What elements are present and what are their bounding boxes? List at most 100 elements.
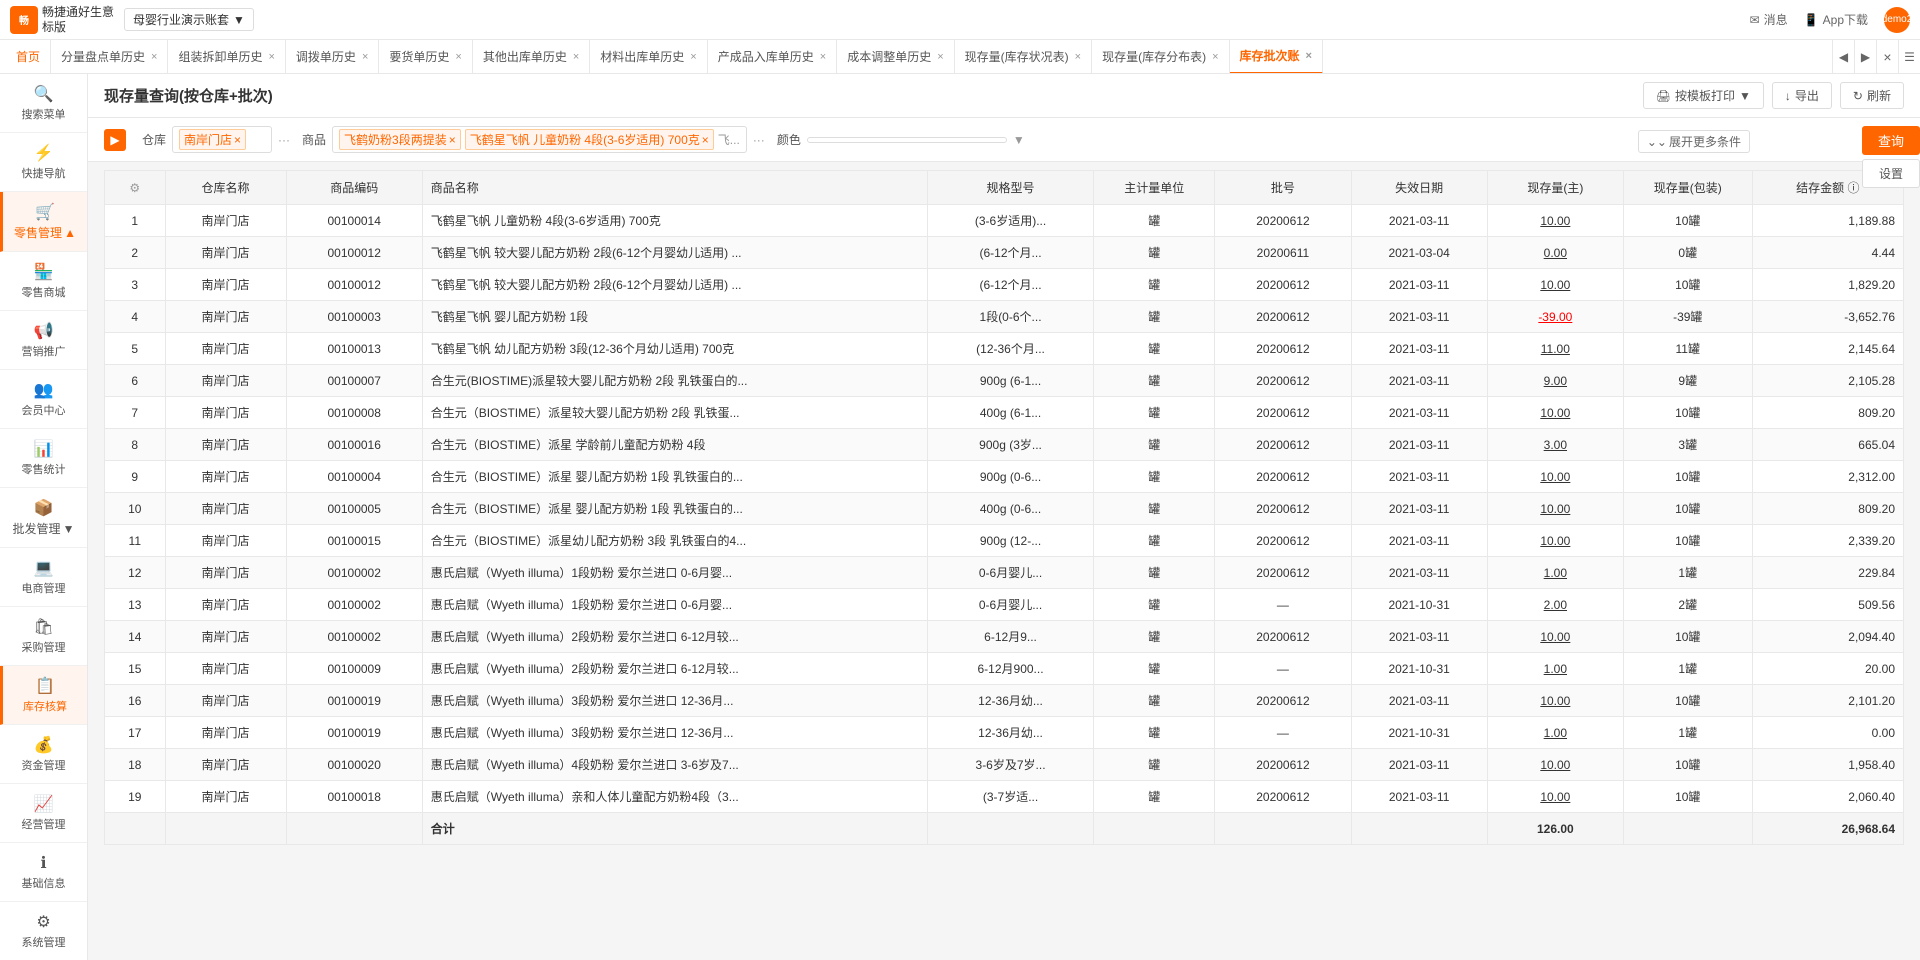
sidebar-item-system[interactable]: ⚙ 系统管理 <box>0 902 87 960</box>
cell-qty[interactable]: 11.00 <box>1487 333 1623 365</box>
cell-qty[interactable]: 10.00 <box>1487 269 1623 301</box>
cell-qty[interactable]: 0.00 <box>1487 237 1623 269</box>
store-select[interactable]: 母婴行业演示账套 ▼ <box>124 8 254 31</box>
sidebar-item-finance[interactable]: 💰 资金管理 <box>0 725 87 784</box>
cell-pkg: 11罐 <box>1623 333 1752 365</box>
search-button[interactable]: 查询 <box>1862 126 1920 155</box>
cell-qty[interactable]: 10.00 <box>1487 685 1623 717</box>
product-tag-close-1[interactable]: × <box>449 133 456 147</box>
tab-11[interactable]: 库存批次账 × <box>1230 40 1323 74</box>
cell-qty[interactable]: 1.00 <box>1487 653 1623 685</box>
tab-close-8[interactable]: × <box>937 51 943 63</box>
sidebar-item-member[interactable]: 👥 会员中心 <box>0 370 87 429</box>
expand-conditions-btn[interactable]: ⌄⌄ 展开更多条件 <box>1638 130 1750 153</box>
sidebar-item-operation[interactable]: 📈 经营管理 <box>0 784 87 843</box>
sidebar-item-retail-stats[interactable]: 📊 零售统计 <box>0 429 87 488</box>
cell-qty[interactable]: 10.00 <box>1487 621 1623 653</box>
tab-close-5[interactable]: × <box>573 51 579 63</box>
table-row: 5 南岸门店 00100013 飞鹤星飞帆 幼儿配方奶粉 3段(12-36个月幼… <box>105 333 1904 365</box>
table-row: 15 南岸门店 00100009 惠氏启赋（Wyeth illuma）2段奶粉 … <box>105 653 1904 685</box>
cell-qty[interactable]: 3.00 <box>1487 429 1623 461</box>
refresh-button[interactable]: ↻ 刷新 <box>1840 82 1904 109</box>
cell-qty[interactable]: 9.00 <box>1487 365 1623 397</box>
tab-6[interactable]: 材料出库单历史 × <box>590 40 707 74</box>
tab-close-3[interactable]: × <box>362 51 368 63</box>
sidebar-item-mall[interactable]: 🏪 零售商城 <box>0 252 87 311</box>
cell-amount: 809.20 <box>1752 493 1903 525</box>
cell-qty[interactable]: 10.00 <box>1487 781 1623 813</box>
cell-qty[interactable]: 2.00 <box>1487 589 1623 621</box>
cell-batch: 20200612 <box>1215 525 1351 557</box>
sidebar-item-ecommerce[interactable]: 💻 电商管理 <box>0 548 87 607</box>
tab-right-arrow[interactable]: ▶ <box>1854 40 1876 74</box>
tab-home[interactable]: 首页 <box>6 40 51 74</box>
message-action[interactable]: ✉ 消息 <box>1750 11 1788 28</box>
print-template-button[interactable]: 🖨 按模板打印 ▼ <box>1643 82 1764 109</box>
tab-9[interactable]: 现存量(库存状况表) × <box>955 40 1092 74</box>
cell-name: 飞鹤星飞帆 较大婴儿配方奶粉 2段(6-12个月婴幼儿适用) ... <box>422 237 927 269</box>
cell-qty[interactable]: 10.00 <box>1487 749 1623 781</box>
tab-7[interactable]: 产成品入库单历史 × <box>708 40 837 74</box>
sidebar-item-wholesale[interactable]: 📦 批发管理 ▼ <box>0 488 87 548</box>
product-tag-box[interactable]: 飞鹤奶粉3段两提装 × 飞鹤星飞帆 儿童奶粉 4段(3-6岁适用) 700克 ×… <box>332 126 747 153</box>
cell-index: 3 <box>105 269 166 301</box>
cell-warehouse: 南岸门店 <box>165 461 286 493</box>
footer-empty-1 <box>105 813 166 845</box>
tab-5[interactable]: 其他出库单历史 × <box>473 40 590 74</box>
tab-8[interactable]: 成本调整单历史 × <box>837 40 954 74</box>
tab-close-4[interactable]: × <box>455 51 461 63</box>
tab-close-1[interactable]: × <box>151 51 157 63</box>
cell-qty[interactable]: -39.00 <box>1487 301 1623 333</box>
cell-amount: 2,145.64 <box>1752 333 1903 365</box>
tab-close-9[interactable]: × <box>1075 51 1081 63</box>
settings-gear-icon[interactable]: ⚙ <box>129 181 140 195</box>
tab-2[interactable]: 组装拆卸单历史 × <box>168 40 285 74</box>
tab-menu[interactable]: ☰ <box>1898 40 1920 74</box>
cell-qty[interactable]: 10.00 <box>1487 461 1623 493</box>
cell-qty[interactable]: 1.00 <box>1487 717 1623 749</box>
sidebar-item-basic[interactable]: ℹ 基础信息 <box>0 843 87 902</box>
footer-empty-6 <box>1215 813 1351 845</box>
sidebar-item-search[interactable]: 🔍 搜索菜单 <box>0 74 87 133</box>
sidebar-item-retail[interactable]: 🛒 零售管理 ▲ <box>0 192 87 252</box>
cell-index: 4 <box>105 301 166 333</box>
cell-qty[interactable]: 10.00 <box>1487 493 1623 525</box>
expand-button[interactable]: ▶ <box>104 129 126 151</box>
cell-name: 惠氏启赋（Wyeth illuma）4段奶粉 爱尔兰进口 3-6岁及7... <box>422 749 927 781</box>
color-tag-box[interactable] <box>807 137 1007 143</box>
top-bar-left: 畅 畅捷通好生意 标版 母婴行业演示账套 ▼ <box>10 5 254 34</box>
tab-close-7[interactable]: × <box>820 51 826 63</box>
sidebar-item-shortcut[interactable]: ⚡ 快捷导航 <box>0 133 87 192</box>
cell-spec: 12-36月幼... <box>927 717 1093 749</box>
cell-pkg: 10罐 <box>1623 461 1752 493</box>
tab-close-6[interactable]: × <box>690 51 696 63</box>
tab-left-arrow[interactable]: ◀ <box>1832 40 1854 74</box>
product-tag-close-2[interactable]: × <box>702 133 709 147</box>
app-download-action[interactable]: 📱 App下载 <box>1804 11 1868 28</box>
tab-1[interactable]: 分量盘点单历史 × <box>51 40 168 74</box>
tab-10[interactable]: 现存量(库存分布表) × <box>1092 40 1229 74</box>
cell-spec: 0-6月婴儿... <box>927 557 1093 589</box>
tab-close-all[interactable]: × <box>1876 40 1898 74</box>
cell-unit: 罐 <box>1094 237 1215 269</box>
sidebar-item-inventory[interactable]: 📋 库存核算 <box>0 666 87 725</box>
sidebar-item-marketing[interactable]: 📢 营销推广 <box>0 311 87 370</box>
warehouse-tag-close[interactable]: × <box>234 133 241 147</box>
tab-4[interactable]: 要货单历史 × <box>379 40 472 74</box>
sidebar-item-purchase[interactable]: 🛍 采购管理 <box>0 607 87 666</box>
cell-warehouse: 南岸门店 <box>165 557 286 589</box>
tab-close-10[interactable]: × <box>1212 51 1218 63</box>
cell-qty[interactable]: 10.00 <box>1487 205 1623 237</box>
warehouse-tag-box[interactable]: 南岸门店 × <box>172 126 272 153</box>
tab-close-11[interactable]: × <box>1306 50 1312 62</box>
cell-qty[interactable]: 10.00 <box>1487 397 1623 429</box>
tab-close-2[interactable]: × <box>268 51 274 63</box>
tab-3[interactable]: 调拨单历史 × <box>286 40 379 74</box>
cell-qty[interactable]: 10.00 <box>1487 525 1623 557</box>
export-button[interactable]: ↓ 导出 <box>1772 82 1832 109</box>
cell-qty[interactable]: 1.00 <box>1487 557 1623 589</box>
cell-warehouse: 南岸门店 <box>165 365 286 397</box>
col-header-settings[interactable]: ⚙ <box>105 171 166 205</box>
setting-button[interactable]: 设置 <box>1862 159 1920 188</box>
avatar[interactable]: demo2 <box>1884 7 1910 33</box>
